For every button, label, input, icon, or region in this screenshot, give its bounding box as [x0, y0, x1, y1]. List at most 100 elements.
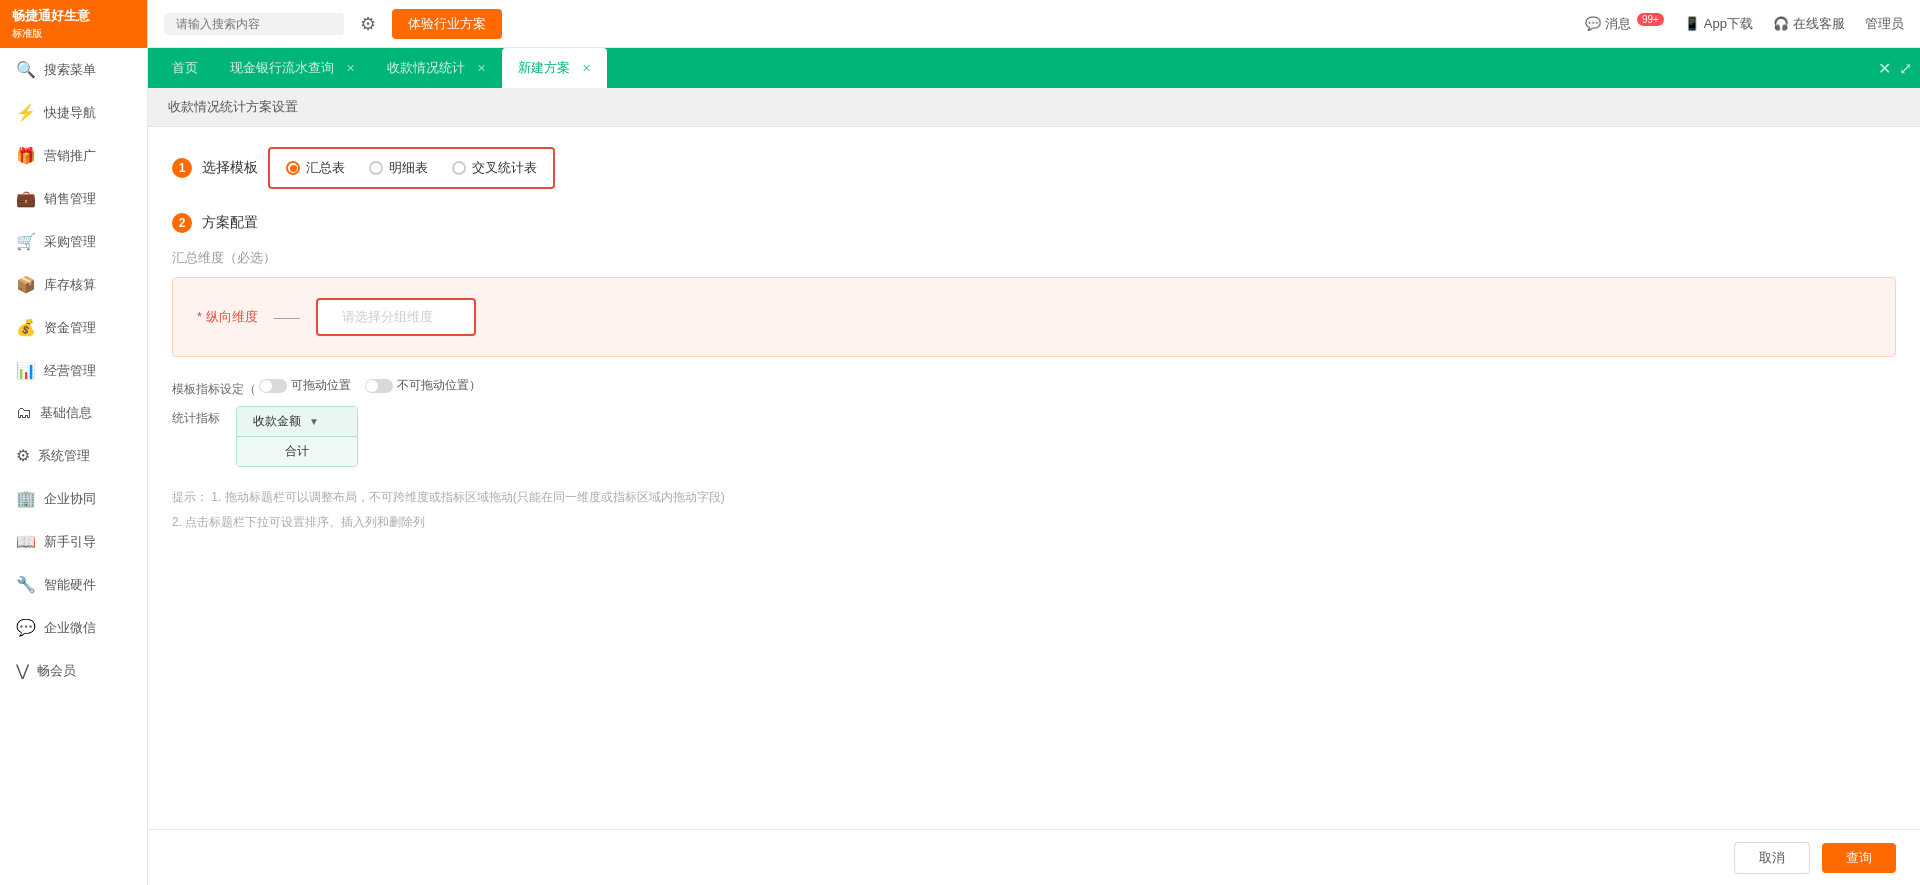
sidebar-item-hardware[interactable]: 🔧 智能硬件	[0, 563, 147, 606]
guide-icon: 📖	[16, 532, 36, 551]
sidebar-item-search-menu[interactable]: 🔍 搜索菜单	[0, 48, 147, 91]
search-input[interactable]	[164, 13, 344, 35]
cancel-button[interactable]: 取消	[1734, 842, 1810, 874]
sidebar-item-label: 销售管理	[44, 190, 96, 208]
sidebar-item-marketing[interactable]: 🎁 营销推广	[0, 134, 147, 177]
sidebar-item-enterprise[interactable]: 🏢 企业协同	[0, 477, 147, 520]
radio-detail-circle	[369, 161, 383, 175]
sidebar-item-label: 搜索菜单	[44, 61, 96, 79]
marketing-icon: 🎁	[16, 146, 36, 165]
indicator-col-header[interactable]: 收款金额 ▼	[237, 407, 357, 437]
notice-badge: 99+	[1637, 13, 1664, 26]
basic-icon: 🗂	[16, 404, 32, 422]
quick-nav-icon: ⚡	[16, 103, 36, 122]
sidebar-item-label: 新手引导	[44, 533, 96, 551]
sidebar-item-label: 库存核算	[44, 276, 96, 294]
sidebar-item-label: 经营管理	[44, 362, 96, 380]
sidebar-logo-name: 畅捷通好生意	[12, 7, 90, 25]
dimension-label: 汇总维度（必选）	[172, 249, 1896, 267]
section2-header: 2 方案配置	[172, 213, 1896, 233]
notice-label: 消息	[1605, 15, 1631, 33]
tab-home[interactable]: 首页	[156, 48, 214, 88]
tab-home-label: 首页	[172, 59, 198, 77]
section-template: 1 选择模板 汇总表 明细表 交叉统计表	[172, 147, 1896, 189]
unmovable-toggle-dot	[365, 379, 393, 393]
sidebar-item-label: 畅会员	[37, 662, 76, 680]
sidebar-item-label: 系统管理	[38, 447, 90, 465]
topbar-right: 💬 消息 99+ 📱 App下载 🎧 在线客服 管理员	[1585, 15, 1904, 33]
tab-bank-flow[interactable]: 现金银行流水查询 ✕	[214, 48, 371, 88]
dimension-area: * 纵向维度 —— 请选择分组维度	[172, 277, 1896, 357]
download-item[interactable]: 📱 App下载	[1684, 15, 1753, 33]
sidebar-item-operation[interactable]: 📊 经营管理	[0, 349, 147, 392]
purchase-icon: 🛒	[16, 232, 36, 251]
sidebar-item-label: 智能硬件	[44, 576, 96, 594]
sidebar-item-member[interactable]: ⋁ 畅会员	[0, 649, 147, 692]
sidebar-item-label: 营销推广	[44, 147, 96, 165]
sidebar-item-label: 资金管理	[44, 319, 96, 337]
radio-summary[interactable]: 汇总表	[286, 159, 345, 177]
sidebar-item-inventory[interactable]: 📦 库存核算	[0, 263, 147, 306]
form-container: 1 选择模板 汇总表 明细表 交叉统计表	[148, 127, 1920, 829]
sidebar-item-weixin[interactable]: 💬 企业微信	[0, 606, 147, 649]
user-item[interactable]: 管理员	[1865, 15, 1904, 33]
tabbar: 首页 现金银行流水查询 ✕ 收款情况统计 ✕ 新建方案 ✕ ✕ ⤢	[148, 48, 1920, 88]
tab-bank-flow-close[interactable]: ✕	[346, 62, 355, 75]
sidebar-item-sales[interactable]: 💼 销售管理	[0, 177, 147, 220]
download-label: App下载	[1704, 15, 1753, 33]
tab-receipt-stat-close[interactable]: ✕	[477, 62, 486, 75]
sidebar-item-quick-nav[interactable]: ⚡ 快捷导航	[0, 91, 147, 134]
tab-new-plan-close[interactable]: ✕	[582, 62, 591, 75]
member-icon: ⋁	[16, 661, 29, 680]
sidebar-item-basic[interactable]: 🗂 基础信息	[0, 392, 147, 434]
tab-expand-btn[interactable]: ⤢	[1899, 59, 1912, 78]
enterprise-icon: 🏢	[16, 489, 36, 508]
user-name: 管理员	[1865, 15, 1904, 33]
dimension-placeholder-box[interactable]: 请选择分组维度	[316, 298, 476, 336]
stat-group-label: 统计指标	[172, 406, 220, 467]
inventory-icon: 📦	[16, 275, 36, 294]
sidebar: 畅捷通好生意 标准版 🔍 搜索菜单 ⚡ 快捷导航 🎁 营销推广 💼 销售管理 🛒…	[0, 0, 148, 885]
weixin-icon: 💬	[16, 618, 36, 637]
settings-icon[interactable]: ⚙	[360, 13, 376, 35]
section1-title: 选择模板	[202, 159, 258, 177]
tab-bank-flow-label: 现金银行流水查询	[230, 59, 334, 77]
movable-toggle-dot	[259, 379, 287, 393]
radio-cross-label: 交叉统计表	[472, 159, 537, 177]
movable-label: 可拖动位置	[291, 377, 351, 394]
topbar: ⚙ 体验行业方案 💬 消息 99+ 📱 App下载 🎧 在线客服 管理员	[148, 0, 1920, 48]
movable-toggle[interactable]: 可拖动位置	[259, 377, 351, 394]
dimension-row-label: * 纵向维度	[197, 308, 258, 326]
section2-num: 2	[172, 213, 192, 233]
search-menu-icon: 🔍	[16, 60, 36, 79]
sidebar-item-purchase[interactable]: 🛒 采购管理	[0, 220, 147, 263]
service-item[interactable]: 🎧 在线客服	[1773, 15, 1845, 33]
radio-cross-circle	[452, 161, 466, 175]
tips: 提示： 1. 拖动标题栏可以调整布局，不可跨维度或指标区域拖动(只能在同一维度或…	[172, 487, 1896, 534]
unmovable-toggle[interactable]: 不可拖动位置）	[365, 377, 481, 394]
sidebar-item-finance[interactable]: 💰 资金管理	[0, 306, 147, 349]
breadcrumb: 收款情况统计方案设置	[148, 88, 1920, 127]
tab-receipt-stat[interactable]: 收款情况统计 ✕	[371, 48, 502, 88]
tab-new-plan[interactable]: 新建方案 ✕	[502, 48, 607, 88]
operation-icon: 📊	[16, 361, 36, 380]
content-area: 收款情况统计方案设置 1 选择模板 汇总表 明细表	[148, 88, 1920, 829]
indicator-col-header-text: 收款金额	[253, 413, 301, 430]
dimension-config: 汇总维度（必选） * 纵向维度 —— 请选择分组维度	[172, 249, 1896, 357]
query-button[interactable]: 查询	[1822, 843, 1896, 873]
radio-detail[interactable]: 明细表	[369, 159, 428, 177]
sidebar-item-label: 采购管理	[44, 233, 96, 251]
radio-cross[interactable]: 交叉统计表	[452, 159, 537, 177]
notice-item[interactable]: 💬 消息 99+	[1585, 15, 1664, 33]
radio-summary-circle	[286, 161, 300, 175]
section-config: 2 方案配置 汇总维度（必选） * 纵向维度 —— 请选择分组维度	[172, 213, 1896, 534]
radio-summary-label: 汇总表	[306, 159, 345, 177]
indicator-grid-wrapper: 统计指标 收款金额 ▼ 合计	[172, 406, 1896, 467]
industry-btn[interactable]: 体验行业方案	[392, 9, 502, 39]
radio-detail-label: 明细表	[389, 159, 428, 177]
sidebar-item-system[interactable]: ⚙ 系统管理	[0, 434, 147, 477]
indicator-settings: 模板指标设定（ 可拖动位置 不可拖动位置） 统计指标	[172, 377, 1896, 467]
notice-icon: 💬	[1585, 16, 1601, 31]
sidebar-item-guide[interactable]: 📖 新手引导	[0, 520, 147, 563]
tab-close-all-btn[interactable]: ✕	[1878, 59, 1891, 78]
